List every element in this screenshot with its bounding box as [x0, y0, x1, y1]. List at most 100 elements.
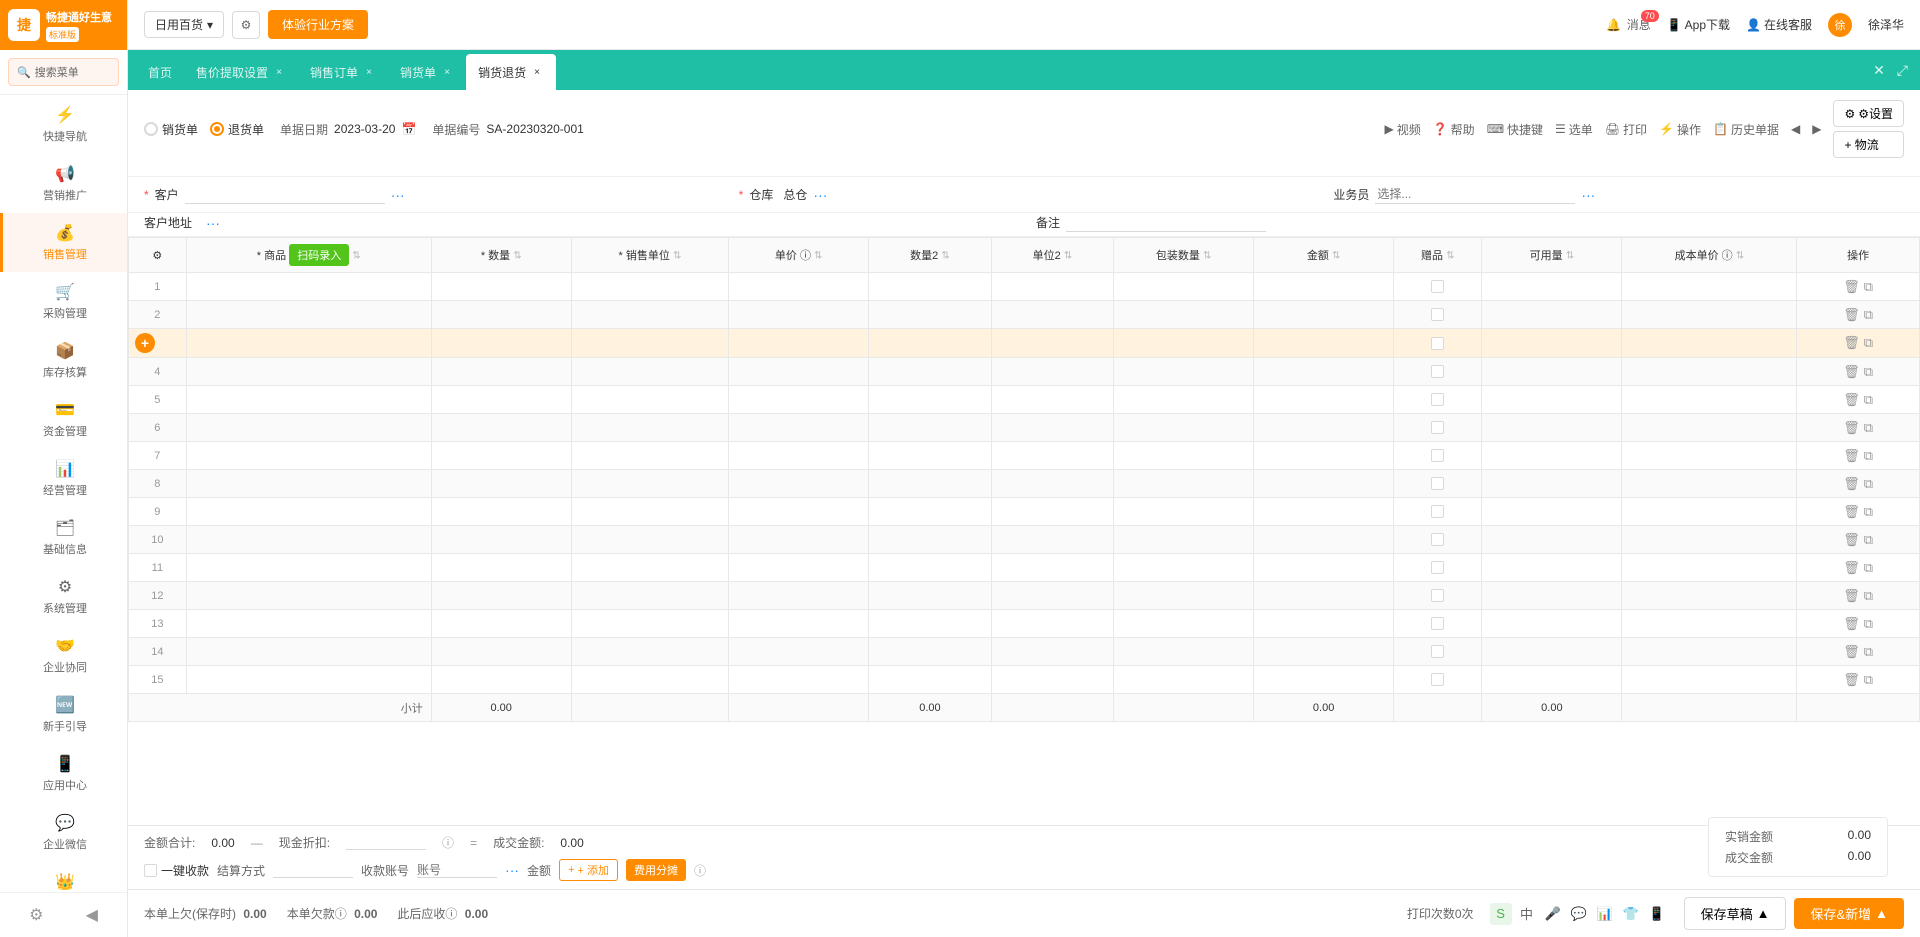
sales-unit-cell-15[interactable] — [571, 666, 728, 694]
price-cell-6[interactable] — [729, 414, 869, 442]
gift-checkbox-3[interactable] — [1431, 337, 1444, 350]
gift-checkbox-12[interactable] — [1431, 589, 1444, 602]
price-cell-8[interactable] — [729, 470, 869, 498]
settings-side-btn[interactable]: ⚙ ⚙设置 — [1833, 100, 1904, 127]
qty2-cell-14[interactable] — [869, 638, 991, 666]
sidebar-item-marketing[interactable]: 📢 营销推广 — [0, 154, 127, 213]
product-cell-3[interactable] — [186, 329, 431, 358]
price-cell-14[interactable] — [729, 638, 869, 666]
cost-cell-7[interactable] — [1622, 442, 1797, 470]
pack-cell-8[interactable] — [1114, 470, 1254, 498]
expense-split-btn[interactable]: 费用分摊 — [626, 859, 686, 881]
delete-row-13[interactable]: 🗑 — [1843, 616, 1860, 632]
operation-btn[interactable]: ⚡ 操作 — [1659, 121, 1701, 138]
cost-cell-14[interactable] — [1622, 638, 1797, 666]
gift-cell-5[interactable] — [1394, 386, 1482, 414]
pack-cell-12[interactable] — [1114, 582, 1254, 610]
search-menu-button[interactable]: 🔍 搜索菜单 — [8, 58, 119, 86]
sidebar-item-wechat[interactable]: 💬 企业微信 — [0, 803, 127, 862]
unit2-cell-9[interactable] — [991, 498, 1113, 526]
product-cell-11[interactable] — [186, 554, 431, 582]
product-cell-6[interactable] — [186, 414, 431, 442]
calendar-icon[interactable]: 📅 — [401, 122, 416, 136]
sidebar-item-sales[interactable]: 💰 销售管理 — [0, 213, 127, 272]
category-select[interactable]: 日用百货 ▾ — [144, 11, 224, 38]
tab-home[interactable]: 首页 — [136, 54, 184, 90]
qty2-cell-2[interactable] — [869, 301, 991, 329]
price-cell-1[interactable] — [729, 273, 869, 301]
delete-row-2[interactable]: 🗑 — [1843, 307, 1860, 323]
sort-qty-icon[interactable]: ⇅ — [513, 251, 521, 262]
amount-cell-1[interactable] — [1254, 273, 1394, 301]
unit2-cell-14[interactable] — [991, 638, 1113, 666]
add-row-btn[interactable]: + — [135, 333, 155, 353]
notification-bell[interactable]: 🔔 70 消息 — [1606, 16, 1650, 33]
pack-cell-10[interactable] — [1114, 526, 1254, 554]
delete-row-4[interactable]: 🗑 — [1843, 364, 1860, 380]
copy-row-2[interactable]: ⧉ — [1864, 307, 1873, 323]
video-btn[interactable]: ▶ 视频 — [1384, 121, 1420, 138]
sales-unit-cell-3[interactable] — [571, 329, 728, 358]
qty-cell-8[interactable] — [431, 470, 571, 498]
sidebar-item-finance[interactable]: 💳 资金管理 — [0, 390, 127, 449]
note-input[interactable] — [1066, 213, 1266, 232]
copy-row-11[interactable]: ⧉ — [1864, 560, 1873, 576]
sales-unit-cell-11[interactable] — [571, 554, 728, 582]
cost-cell-13[interactable] — [1622, 610, 1797, 638]
tool-icon-4[interactable]: 💬 — [1568, 903, 1590, 925]
cost-cell-6[interactable] — [1622, 414, 1797, 442]
available-cell-3[interactable] — [1482, 329, 1622, 358]
tab-close-sales-order[interactable]: × — [362, 65, 376, 79]
cost-cell-1[interactable] — [1622, 273, 1797, 301]
header-settings-icon[interactable]: ⚙ — [232, 11, 260, 39]
sales-unit-cell-12[interactable] — [571, 582, 728, 610]
copy-row-15[interactable]: ⧉ — [1864, 672, 1873, 688]
username-display[interactable]: 徐泽华 — [1868, 16, 1904, 33]
sort-pack-icon[interactable]: ⇅ — [1203, 251, 1211, 262]
available-cell-11[interactable] — [1482, 554, 1622, 582]
cost-cell-3[interactable] — [1622, 329, 1797, 358]
product-cell-2[interactable] — [186, 301, 431, 329]
qty2-cell-11[interactable] — [869, 554, 991, 582]
save-new-button[interactable]: 保存&新增 ▲ — [1794, 898, 1904, 929]
gift-checkbox-1[interactable] — [1431, 280, 1444, 293]
unit2-cell-10[interactable] — [991, 526, 1113, 554]
qty2-cell-13[interactable] — [869, 610, 991, 638]
scan-input-btn[interactable]: 扫码录入 — [289, 244, 349, 266]
sales-unit-cell-1[interactable] — [571, 273, 728, 301]
sidebar-item-inventory[interactable]: 📦 库存核算 — [0, 331, 127, 390]
radio-return[interactable]: 退货单 — [210, 121, 264, 138]
cost-cell-9[interactable] — [1622, 498, 1797, 526]
gift-checkbox-5[interactable] — [1431, 393, 1444, 406]
cost-cell-4[interactable] — [1622, 358, 1797, 386]
sort-available-icon[interactable]: ⇅ — [1566, 251, 1574, 262]
gift-cell-6[interactable] — [1394, 414, 1482, 442]
print-btn[interactable]: 🖨 打印 — [1605, 121, 1647, 138]
gift-cell-12[interactable] — [1394, 582, 1482, 610]
copy-row-10[interactable]: ⧉ — [1864, 532, 1873, 548]
gift-cell-15[interactable] — [1394, 666, 1482, 694]
gift-checkbox-10[interactable] — [1431, 533, 1444, 546]
sort-gift-icon[interactable]: ⇅ — [1446, 251, 1454, 262]
delete-row-7[interactable]: 🗑 — [1843, 448, 1860, 464]
qty-cell-6[interactable] — [431, 414, 571, 442]
product-cell-4[interactable] — [186, 358, 431, 386]
amount-cell-10[interactable] — [1254, 526, 1394, 554]
tool-icon-1[interactable]: S — [1490, 903, 1512, 925]
copy-row-4[interactable]: ⧉ — [1864, 364, 1873, 380]
available-cell-1[interactable] — [1482, 273, 1622, 301]
one-click-checkbox[interactable]: 一键收款 — [144, 862, 209, 879]
pack-cell-3[interactable] — [1114, 329, 1254, 358]
product-cell-1[interactable] — [186, 273, 431, 301]
delete-row-9[interactable]: 🗑 — [1843, 504, 1860, 520]
sales-unit-cell-14[interactable] — [571, 638, 728, 666]
tool-icon-6[interactable]: 👕 — [1620, 903, 1642, 925]
qty-cell-14[interactable] — [431, 638, 571, 666]
sales-unit-cell-10[interactable] — [571, 526, 728, 554]
qty-cell-12[interactable] — [431, 582, 571, 610]
price-cell-2[interactable] — [729, 301, 869, 329]
copy-row-9[interactable]: ⧉ — [1864, 504, 1873, 520]
staff-input[interactable] — [1375, 185, 1575, 204]
sales-unit-cell-6[interactable] — [571, 414, 728, 442]
online-service-link[interactable]: 👤 在线客服 — [1746, 16, 1812, 33]
